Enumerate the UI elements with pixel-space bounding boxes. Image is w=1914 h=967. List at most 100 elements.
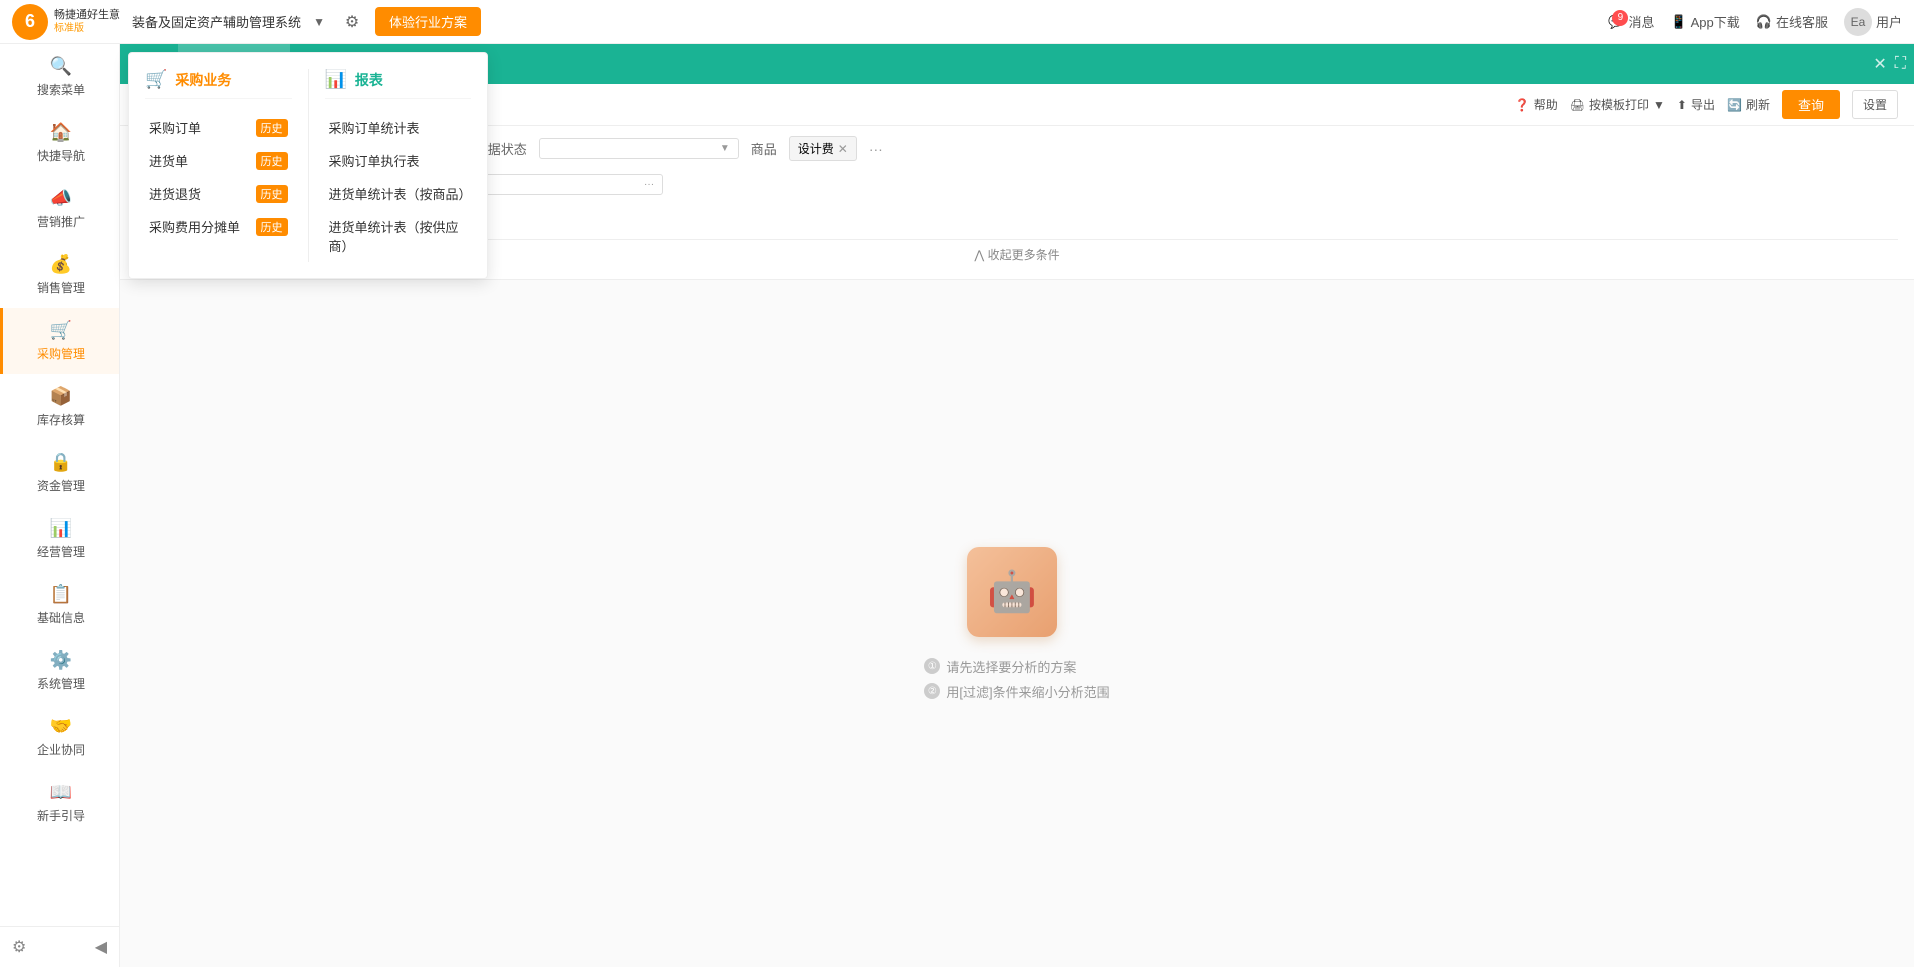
logo-icon: 6 xyxy=(12,4,48,40)
dropdown-item-purchase-order-stats[interactable]: 采购订单统计表 xyxy=(325,111,472,144)
settings-btn[interactable]: 设置 xyxy=(1852,90,1898,119)
export-icon: ⬆ xyxy=(1677,98,1687,112)
sidebar-item-search[interactable]: 🔍 搜索菜单 xyxy=(0,44,119,110)
sidebar-label-cooperation: 企业协同 xyxy=(37,741,85,758)
purchase-order-history: 历史 xyxy=(256,119,288,137)
sidebar-item-sales[interactable]: 💰 销售管理 xyxy=(0,242,119,308)
purchase-icon: 🛒 xyxy=(50,320,72,341)
user-label: 用户 xyxy=(1876,12,1902,31)
app-download-btn[interactable]: 📱 App下载 xyxy=(1670,12,1739,31)
system-icon: ⚙️ xyxy=(50,650,72,671)
circle-num-2: ② xyxy=(924,683,940,699)
tab-expand-btn[interactable]: ⛶ xyxy=(1895,55,1906,73)
cooperation-icon: 🤝 xyxy=(50,716,72,737)
goods-more-btn[interactable]: ··· xyxy=(869,141,883,157)
dropdown-item-incoming-stats-goods[interactable]: 进货单统计表（按商品） xyxy=(325,177,472,210)
settings-icon[interactable]: ⚙ xyxy=(337,7,367,37)
goods-tag: 设计费 ✕ xyxy=(789,136,857,161)
logo-text: 畅捷通好生意 标准版 xyxy=(54,8,120,35)
sidebar-item-marketing[interactable]: 📣 营销推广 xyxy=(0,176,119,242)
incoming-stats-goods-label: 进货单统计表（按商品） xyxy=(329,184,468,203)
sidebar-label-search: 搜索菜单 xyxy=(37,81,85,98)
sidebar-item-operation[interactable]: 📊 经营管理 xyxy=(0,506,119,572)
print-icon: 🖨 xyxy=(1570,98,1585,112)
collapse-label: 收起更多条件 xyxy=(988,248,1060,262)
goods-tag-value: 设计费 xyxy=(798,140,834,157)
purchase-order-exec-label: 采购订单执行表 xyxy=(329,151,420,170)
tab-close-all-btn[interactable]: ✕ xyxy=(1873,54,1886,74)
refresh-btn[interactable]: 🔄 刷新 xyxy=(1727,96,1770,113)
dropdown-item-incoming[interactable]: 进货单 历史 xyxy=(145,144,292,177)
collapse-icon: ⋀ xyxy=(974,248,984,262)
dropdown-item-incoming-stats-supplier[interactable]: 进货单统计表（按供应商） xyxy=(325,210,472,262)
empty-hints: ① 请先选择要分析的方案 ② 用[过滤]条件来缩小分析范围 xyxy=(924,657,1109,701)
sidebar-label-operation: 经营管理 xyxy=(37,543,85,560)
sidebar: 🔍 搜索菜单 🏠 快捷导航 📣 营销推广 💰 销售管理 🛒 采购管理 📦 库存核… xyxy=(0,44,120,967)
refresh-label: 刷新 xyxy=(1746,96,1770,113)
incoming-return-label: 进货退货 xyxy=(149,184,201,203)
dropdown-item-purchase-order[interactable]: 采购订单 历史 xyxy=(145,111,292,144)
sidebar-label-quick-nav: 快捷导航 xyxy=(37,147,85,164)
sidebar-item-finance[interactable]: 🔒 资金管理 xyxy=(0,440,119,506)
purchase-section-header: 🛒 采购业务 xyxy=(145,69,292,99)
messages-btn[interactable]: 💬 9 消息 xyxy=(1608,12,1654,31)
industry-btn[interactable]: 体验行业方案 xyxy=(375,7,481,36)
dropdown-item-purchase-expense[interactable]: 采购费用分摊单 历史 xyxy=(145,210,292,243)
online-service-btn[interactable]: 🎧 在线客服 xyxy=(1756,12,1828,31)
avatar-text: Ea xyxy=(1851,15,1866,29)
header-middle: 装备及固定资产辅助管理系统 ▼ ⚙ 体验行业方案 xyxy=(132,7,1608,37)
user-btn[interactable]: Ea 用户 xyxy=(1844,8,1902,36)
hint1-text: 请先选择要分析的方案 xyxy=(946,657,1076,676)
salesperson-select-wrapper[interactable]: ··· xyxy=(463,174,663,195)
guide-icon: 📖 xyxy=(50,782,72,803)
export-btn[interactable]: ⬆ 导出 xyxy=(1677,96,1715,113)
search-icon: 🔍 xyxy=(50,56,72,77)
sidebar-item-quick-nav[interactable]: 🏠 快捷导航 xyxy=(0,110,119,176)
sidebar-item-inventory[interactable]: 📦 库存核算 xyxy=(0,374,119,440)
print-btn[interactable]: 🖨 按模板打印 ▼ xyxy=(1570,96,1665,113)
app-dropdown-btn[interactable]: ▼ xyxy=(309,12,329,32)
app-download-label: App下载 xyxy=(1691,12,1740,31)
header-right: 💬 9 消息 📱 App下载 🎧 在线客服 Ea 用户 xyxy=(1608,8,1902,36)
sidebar-item-system[interactable]: ⚙️ 系统管理 xyxy=(0,638,119,704)
basic-info-icon: 📋 xyxy=(50,584,72,605)
purchase-expense-label: 采购费用分摊单 xyxy=(149,217,240,236)
help-icon: ❓ xyxy=(1515,98,1530,112)
sidebar-item-guide[interactable]: 📖 新手引导 xyxy=(0,770,119,836)
sidebar-bottom: ⚙ ◀ xyxy=(0,926,119,967)
hint2-text: 用[过滤]条件来缩小分析范围 xyxy=(946,682,1109,701)
collapse-sidebar-btn[interactable]: ◀ xyxy=(95,937,107,957)
sidebar-label-inventory: 库存核算 xyxy=(37,411,85,428)
online-service-label: 在线客服 xyxy=(1776,12,1828,31)
sidebar-label-sales: 销售管理 xyxy=(37,279,85,296)
sidebar-label-system: 系统管理 xyxy=(37,675,85,692)
marketing-icon: 📣 xyxy=(50,188,72,209)
sidebar-label-purchase: 采购管理 xyxy=(37,345,85,362)
messages-label: 消息 xyxy=(1628,12,1654,31)
main-content: ① 请先选择要分析的方案 ② 用[过滤]条件来缩小分析范围 xyxy=(120,280,1914,967)
query-btn[interactable]: 查询 xyxy=(1782,90,1840,119)
settings-bottom-btn[interactable]: ⚙ xyxy=(12,937,26,957)
dropdown-item-purchase-order-exec[interactable]: 采购订单执行表 xyxy=(325,144,472,177)
app-name: 装备及固定资产辅助管理系统 xyxy=(132,12,301,31)
phone-icon: 📱 xyxy=(1670,14,1686,30)
message-badge-wrap: 💬 9 xyxy=(1608,14,1624,30)
export-label: 导出 xyxy=(1691,96,1715,113)
sidebar-item-basic-info[interactable]: 📋 基础信息 xyxy=(0,572,119,638)
dropdown-item-incoming-return[interactable]: 进货退货 历史 xyxy=(145,177,292,210)
status-select-wrapper[interactable]: ▼ xyxy=(539,138,739,159)
incoming-return-history: 历史 xyxy=(256,185,288,203)
purchase-dropdown-menu: 🛒 采购业务 采购订单 历史 进货单 历史 进货退货 历史 采购费用分摊单 历史… xyxy=(128,52,488,279)
purchase-order-stats-label: 采购订单统计表 xyxy=(329,118,420,137)
operation-icon: 📊 xyxy=(50,518,72,539)
help-btn[interactable]: ❓ 帮助 xyxy=(1515,96,1558,113)
help-label: 帮助 xyxy=(1534,96,1558,113)
empty-state: ① 请先选择要分析的方案 ② 用[过滤]条件来缩小分析范围 xyxy=(924,547,1109,701)
incoming-history: 历史 xyxy=(256,152,288,170)
purchase-section: 🛒 采购业务 采购订单 历史 进货单 历史 进货退货 历史 采购费用分摊单 历史 xyxy=(145,69,292,262)
goods-tag-remove-btn[interactable]: ✕ xyxy=(838,142,848,156)
sidebar-item-purchase[interactable]: 🛒 采购管理 xyxy=(0,308,119,374)
incoming-stats-supplier-label: 进货单统计表（按供应商） xyxy=(329,217,468,255)
sidebar-item-cooperation[interactable]: 🤝 企业协同 xyxy=(0,704,119,770)
home-icon: 🏠 xyxy=(50,122,72,143)
